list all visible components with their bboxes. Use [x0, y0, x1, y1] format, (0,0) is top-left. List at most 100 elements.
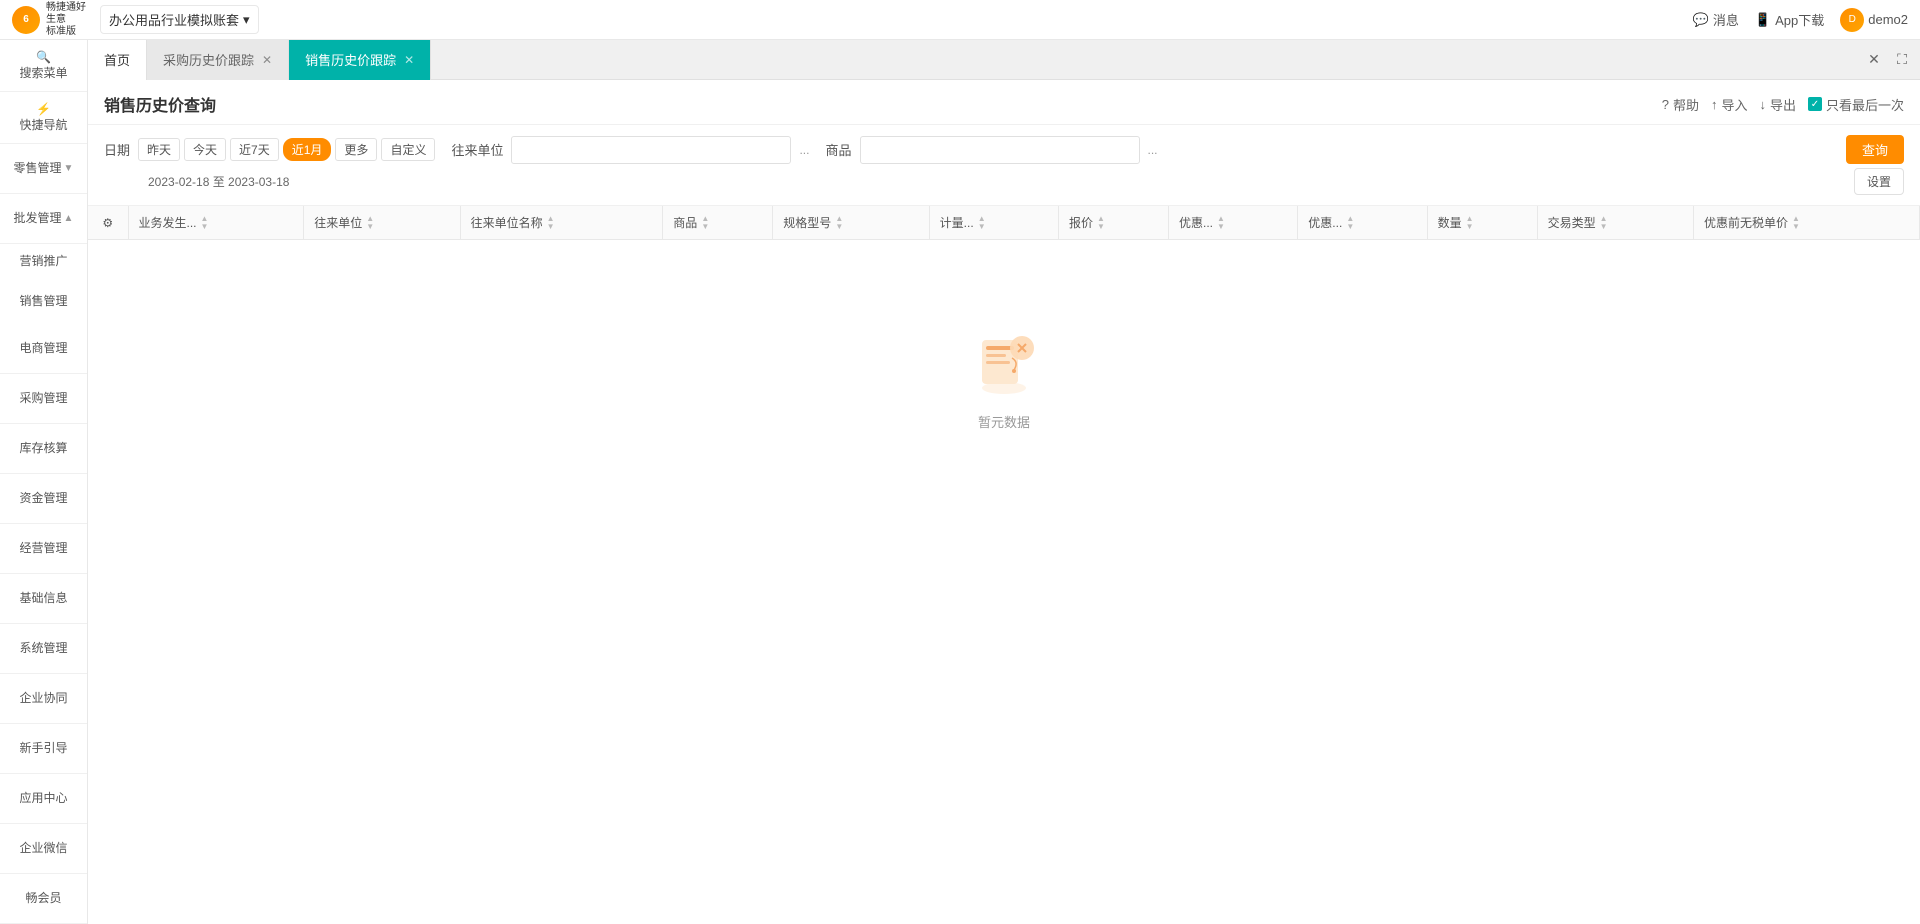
- unit-ellipsis-btn[interactable]: ...: [799, 143, 809, 157]
- only-last-checkbox[interactable]: ✓ 只看最后一次: [1808, 95, 1904, 114]
- settings-button[interactable]: 设置: [1854, 168, 1904, 195]
- tab-controls: ✕ ⛶: [1864, 50, 1920, 70]
- sidebar-item-inventory[interactable]: 库存核算: [0, 424, 87, 474]
- sort-arrows-spec: ▲▼: [835, 215, 843, 231]
- product-ellipsis-btn[interactable]: ...: [1148, 143, 1158, 157]
- table-header: ⚙ 业务发生... ▲▼ 往来单位 ▲▼: [88, 206, 1920, 240]
- message-icon: 💬: [1693, 12, 1709, 28]
- page-content: 销售历史价查询 ? 帮助 ↑ 导入 ↓ 导出 ✓: [88, 80, 1920, 924]
- date-filter-group: 日期 昨天 今天 近7天 近1月 更多 自定义: [104, 138, 435, 161]
- col-spec[interactable]: 规格型号 ▲▼: [773, 206, 929, 240]
- checkbox-checked-icon: ✓: [1808, 97, 1822, 111]
- sidebar-item-appcenter[interactable]: 应用中心: [0, 774, 87, 824]
- date-btn-yesterday[interactable]: 昨天: [138, 138, 180, 161]
- col-product[interactable]: 商品 ▲▼: [663, 206, 773, 240]
- sort-arrows-discount1: ▲▼: [1217, 215, 1225, 231]
- export-icon: ↓: [1759, 97, 1766, 112]
- tab-sales-history[interactable]: 销售历史价跟踪 ✕: [289, 40, 431, 80]
- date-btn-7days[interactable]: 近7天: [230, 138, 279, 161]
- date-btn-custom[interactable]: 自定义: [381, 138, 435, 161]
- sort-arrows-trade-type: ▲▼: [1600, 215, 1608, 231]
- company-selector[interactable]: 办公用品行业模拟账套 ▾: [100, 5, 259, 34]
- chevron-up-icon: ▲: [64, 212, 74, 225]
- date-filter-label: 日期: [104, 140, 130, 159]
- empty-icon: [964, 320, 1044, 400]
- col-unit-measure[interactable]: 计量... ▲▼: [929, 206, 1058, 240]
- date-btn-today[interactable]: 今天: [184, 138, 226, 161]
- col-discount1[interactable]: 优惠... ▲▼: [1168, 206, 1297, 240]
- import-button[interactable]: ↑ 导入: [1711, 95, 1748, 114]
- message-button[interactable]: 💬 消息: [1693, 10, 1739, 29]
- page-actions: ? 帮助 ↑ 导入 ↓ 导出 ✓ 只看最后一次: [1662, 95, 1904, 114]
- page-title: 销售历史价查询: [104, 92, 216, 116]
- date-range-display: 2023-02-18 至 2023-03-18: [148, 173, 289, 190]
- sidebar-item-marketing[interactable]: 营销推广: [0, 244, 87, 284]
- content-area: 首页 采购历史价跟踪 ✕ 销售历史价跟踪 ✕ ✕ ⛶ 销售历史价查询: [88, 40, 1920, 924]
- empty-state: 暂元数据: [88, 240, 1920, 511]
- main-layout: 🔍 搜索菜单 ⚡ 快捷导航 零售管理 ▼ 批发管理 ▲ 营销推广 销售管理 电商…: [0, 40, 1920, 924]
- sidebar-item-operations[interactable]: 经营管理: [0, 524, 87, 574]
- sidebar-item-finance[interactable]: 资金管理: [0, 474, 87, 524]
- col-gear[interactable]: ⚙: [88, 206, 128, 240]
- sidebar-item-wechat[interactable]: 企业微信: [0, 824, 87, 874]
- tab-close-purchase[interactable]: ✕: [262, 53, 272, 67]
- tab-maximize-button[interactable]: ⛶: [1892, 50, 1912, 70]
- query-button[interactable]: 查询: [1846, 135, 1904, 164]
- date-btn-1month[interactable]: 近1月: [283, 138, 332, 161]
- chevron-down-icon: ▾: [243, 12, 250, 28]
- user-menu[interactable]: D demo2: [1840, 8, 1908, 32]
- col-unit-name[interactable]: 往来单位名称 ▲▼: [460, 206, 663, 240]
- sidebar-item-member[interactable]: 畅会员: [0, 874, 87, 924]
- sort-arrows-business-date: ▲▼: [201, 215, 209, 231]
- import-icon: ↑: [1711, 97, 1718, 112]
- sidebar-item-wholesale[interactable]: 批发管理 ▲: [0, 194, 87, 244]
- tab-home[interactable]: 首页: [88, 40, 147, 80]
- col-quote[interactable]: 报价 ▲▼: [1058, 206, 1168, 240]
- unit-filter-label: 往来单位: [451, 140, 503, 159]
- col-pre-tax-price[interactable]: 优惠前无税单价 ▲▼: [1693, 206, 1919, 240]
- sidebar-item-purchase[interactable]: 采购管理: [0, 374, 87, 424]
- page-header: 销售历史价查询 ? 帮助 ↑ 导入 ↓ 导出 ✓: [88, 80, 1920, 125]
- date-btn-more[interactable]: 更多: [335, 138, 377, 161]
- col-discount2[interactable]: 优惠... ▲▼: [1298, 206, 1427, 240]
- col-trade-type[interactable]: 交易类型 ▲▼: [1537, 206, 1693, 240]
- date-options: 昨天 今天 近7天 近1月 更多 自定义: [138, 138, 435, 161]
- filter-bar: 日期 昨天 今天 近7天 近1月 更多 自定义: [88, 125, 1920, 206]
- col-quantity[interactable]: 数量 ▲▼: [1427, 206, 1537, 240]
- app-download-button[interactable]: 📱 App下载: [1755, 10, 1824, 29]
- sidebar-item-sales[interactable]: 销售管理: [0, 284, 87, 324]
- sidebar-item-retail[interactable]: 零售管理 ▼: [0, 144, 87, 194]
- product-filter-label: 商品: [825, 140, 851, 159]
- product-filter-group: 商品 ...: [825, 136, 1157, 164]
- help-icon: ?: [1662, 97, 1669, 112]
- unit-filter-input[interactable]: [511, 136, 791, 164]
- sidebar-item-search[interactable]: 🔍 搜索菜单: [0, 40, 87, 92]
- sort-arrows-quantity: ▲▼: [1466, 215, 1474, 231]
- export-button[interactable]: ↓ 导出: [1759, 95, 1796, 114]
- sidebar-item-quicknav[interactable]: ⚡ 快捷导航: [0, 92, 87, 144]
- gear-icon[interactable]: ⚙: [102, 216, 113, 230]
- help-button[interactable]: ? 帮助: [1662, 95, 1699, 114]
- sidebar-item-system[interactable]: 系统管理: [0, 624, 87, 674]
- tab-purchase-history[interactable]: 采购历史价跟踪 ✕: [147, 40, 289, 80]
- sort-arrows-unit-measure: ▲▼: [978, 215, 986, 231]
- sidebar: 🔍 搜索菜单 ⚡ 快捷导航 零售管理 ▼ 批发管理 ▲ 营销推广 销售管理 电商…: [0, 40, 88, 924]
- sort-arrows-pre-tax-price: ▲▼: [1792, 215, 1800, 231]
- col-business-date[interactable]: 业务发生... ▲▼: [128, 206, 304, 240]
- sidebar-item-cooperation[interactable]: 企业协同: [0, 674, 87, 724]
- product-filter-input[interactable]: [860, 136, 1140, 164]
- chevron-down-icon: ▼: [64, 162, 74, 175]
- top-header: 6 畅捷通好生意 标准版 办公用品行业模拟账套 ▾ 💬 消息 📱 App下载 D…: [0, 0, 1920, 40]
- tab-close-all-button[interactable]: ✕: [1864, 50, 1884, 70]
- sidebar-item-ecommerce[interactable]: 电商管理: [0, 324, 87, 374]
- sidebar-item-newbie[interactable]: 新手引导: [0, 724, 87, 774]
- sidebar-item-basicinfo[interactable]: 基础信息: [0, 574, 87, 624]
- empty-text: 暂元数据: [978, 412, 1030, 431]
- col-unit-code[interactable]: 往来单位 ▲▼: [304, 206, 460, 240]
- sort-arrows-discount2: ▲▼: [1346, 215, 1354, 231]
- tab-close-sales[interactable]: ✕: [404, 53, 414, 67]
- download-icon: 📱: [1755, 12, 1771, 28]
- quicknav-icon: ⚡: [36, 102, 51, 118]
- tab-bar: 首页 采购历史价跟踪 ✕ 销售历史价跟踪 ✕ ✕ ⛶: [88, 40, 1920, 80]
- sort-arrows-unit-name: ▲▼: [547, 215, 555, 231]
